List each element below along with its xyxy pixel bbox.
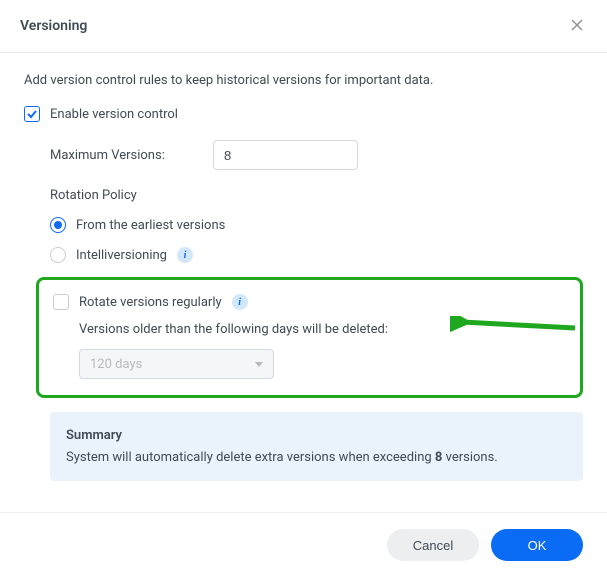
rotate-regularly-description: Versions older than the following days w… — [79, 322, 566, 337]
radio-intelliversioning[interactable] — [50, 247, 66, 263]
radio-from-earliest-label: From the earliest versions — [76, 218, 225, 233]
chevron-down-icon — [255, 362, 263, 367]
rotate-days-select[interactable]: 120 days — [79, 349, 274, 379]
summary-title: Summary — [66, 426, 567, 446]
dialog-description: Add version control rules to keep histor… — [24, 73, 583, 88]
version-settings-group: Maximum Versions: Rotation Policy From t… — [50, 140, 583, 481]
dialog-header: Versioning — [0, 0, 607, 53]
enable-version-control-row: Enable version control — [24, 106, 583, 122]
rotate-regularly-checkbox[interactable] — [53, 294, 69, 310]
close-button[interactable] — [567, 16, 587, 36]
check-icon — [26, 108, 38, 120]
close-icon — [570, 17, 584, 35]
ok-button[interactable]: OK — [491, 529, 583, 561]
radio-intelliversioning-row: Intelliversioning i — [50, 247, 583, 263]
dialog-title: Versioning — [20, 18, 87, 34]
max-versions-row: Maximum Versions: — [50, 140, 583, 170]
radio-from-earliest-row: From the earliest versions — [50, 217, 583, 233]
max-versions-input[interactable] — [213, 140, 358, 170]
cancel-button[interactable]: Cancel — [387, 529, 479, 561]
max-versions-label: Maximum Versions: — [50, 148, 195, 163]
dialog-body: Add version control rules to keep histor… — [0, 53, 607, 512]
info-icon[interactable]: i — [177, 247, 193, 263]
rotate-regularly-label: Rotate versions regularly — [79, 295, 222, 310]
enable-version-control-checkbox[interactable] — [24, 106, 40, 122]
summary-text: System will automatically delete extra v… — [66, 450, 498, 465]
dialog-footer: Cancel OK — [0, 512, 607, 577]
versioning-dialog: Versioning Add version control rules to … — [0, 0, 607, 577]
radio-intelliversioning-label: Intelliversioning — [76, 248, 167, 263]
enable-version-control-label: Enable version control — [50, 107, 178, 122]
summary-box: Summary System will automatically delete… — [50, 412, 583, 481]
rotate-regularly-highlight: Rotate versions regularly i Versions old… — [36, 277, 583, 398]
rotate-days-select-value: 120 days — [90, 357, 142, 372]
rotation-policy-label: Rotation Policy — [50, 188, 583, 203]
info-icon[interactable]: i — [232, 294, 248, 310]
rotate-regularly-row: Rotate versions regularly i — [53, 294, 566, 310]
radio-from-earliest[interactable] — [50, 217, 66, 233]
